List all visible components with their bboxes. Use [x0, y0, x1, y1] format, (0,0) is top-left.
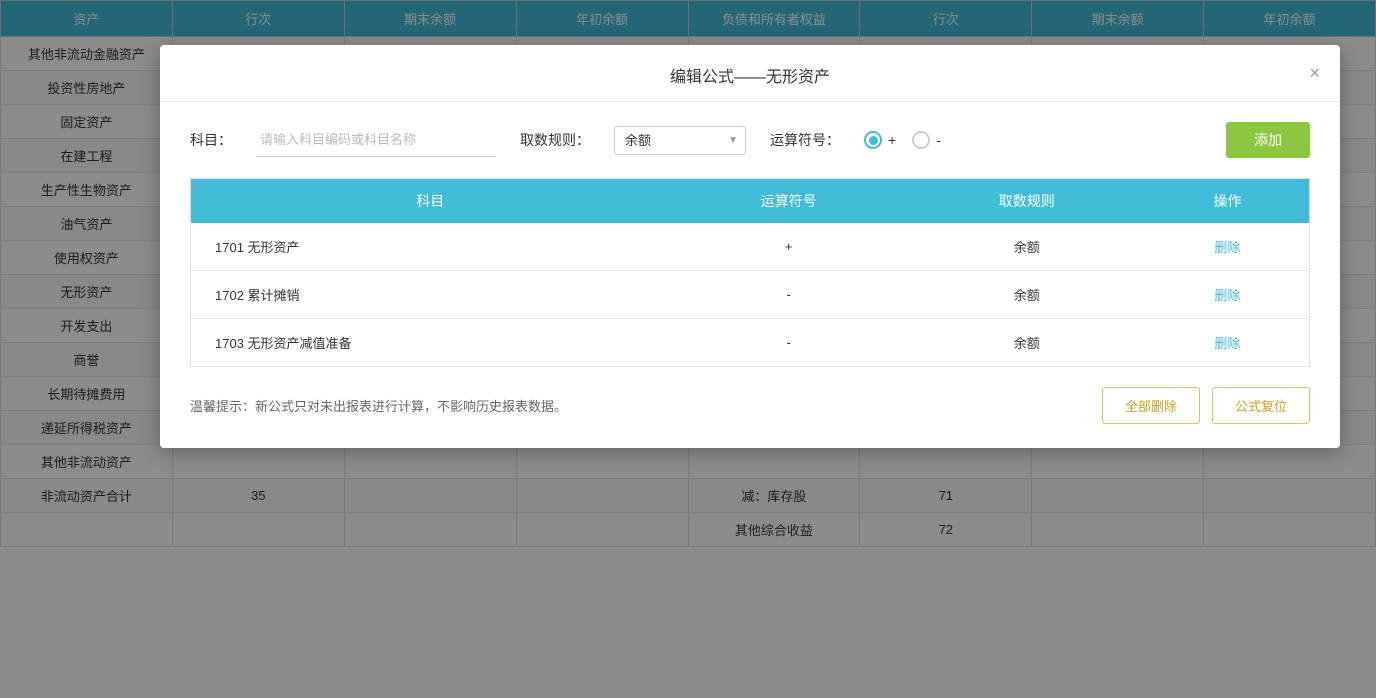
rule-label: 取数规则：	[520, 130, 590, 150]
formula-action-cell: 删除	[1146, 223, 1310, 271]
operator-radio-group: + -	[864, 131, 941, 149]
modal-close-button[interactable]: ×	[1309, 64, 1320, 82]
operator-minus-radio[interactable]: -	[912, 131, 941, 149]
add-button[interactable]: 添加	[1226, 122, 1310, 158]
subject-input[interactable]	[256, 123, 496, 157]
operator-plus-circle	[864, 131, 882, 149]
delete-row-link[interactable]: 删除	[1214, 240, 1240, 255]
table-body: 1701 无形资产+余额删除1702 累计摊销-余额删除1703 无形资产减值准…	[191, 223, 1310, 367]
formula-rule-cell: 余额	[908, 223, 1146, 271]
delete-all-button[interactable]: 全部删除	[1102, 387, 1200, 424]
delete-row-link[interactable]: 删除	[1214, 288, 1240, 303]
modal-footer: 温馨提示：新公式只对未出报表进行计算，不影响历史报表数据。 全部删除 公式复位	[160, 367, 1340, 428]
footer-actions: 全部删除 公式复位	[1102, 387, 1310, 424]
rule-select[interactable]: 余额借方发生额贷方发生额借方累计发生额贷方累计发生额	[614, 126, 746, 155]
formula-action-cell: 删除	[1146, 271, 1310, 319]
formula-operator-cell: +	[670, 223, 908, 271]
formula-subject-cell: 1701 无形资产	[191, 223, 670, 271]
operator-plus-radio[interactable]: +	[864, 131, 896, 149]
formula-rule-cell: 余额	[908, 271, 1146, 319]
table-header: 科目运算符号取数规则操作	[191, 179, 1310, 224]
operator-minus-label: -	[936, 132, 941, 148]
formula-subject-cell: 1702 累计摊销	[191, 271, 670, 319]
footer-tip: 温馨提示：新公式只对未出报表进行计算，不影响历史报表数据。	[190, 396, 567, 415]
operator-plus-label: +	[888, 132, 896, 148]
formula-table-header: 取数规则	[908, 179, 1146, 224]
formula-subject-cell: 1703 无形资产减值准备	[191, 319, 670, 367]
rule-select-wrapper[interactable]: 余额借方发生额贷方发生额借方累计发生额贷方累计发生额 ▼	[614, 126, 746, 155]
operator-label: 运算符号：	[770, 130, 840, 150]
formula-table-header: 操作	[1146, 179, 1310, 224]
edit-formula-modal: 编辑公式——无形资产 × 科目： 取数规则： 余额借方发生额贷方发生额借方累计发…	[160, 45, 1340, 448]
formula-action-cell: 删除	[1146, 319, 1310, 367]
subject-label: 科目：	[190, 130, 232, 150]
formula-table: 科目运算符号取数规则操作 1701 无形资产+余额删除1702 累计摊销-余额删…	[190, 178, 1310, 367]
table-row: 1702 累计摊销-余额 删除	[191, 271, 1310, 319]
formula-operator-cell: -	[670, 271, 908, 319]
table-row: 1703 无形资产减值准备-余额 删除	[191, 319, 1310, 367]
formula-operator-cell: -	[670, 319, 908, 367]
formula-table-header: 运算符号	[670, 179, 908, 224]
formula-table-header: 科目	[191, 179, 670, 224]
operator-minus-circle	[912, 131, 930, 149]
reset-formula-button[interactable]: 公式复位	[1212, 387, 1310, 424]
modal-header: 编辑公式——无形资产 ×	[160, 45, 1340, 102]
form-row: 科目： 取数规则： 余额借方发生额贷方发生额借方累计发生额贷方累计发生额 ▼ 运…	[160, 102, 1340, 178]
modal-title: 编辑公式——无形资产	[670, 69, 830, 86]
table-row: 1701 无形资产+余额 删除	[191, 223, 1310, 271]
formula-rule-cell: 余额	[908, 319, 1146, 367]
delete-row-link[interactable]: 删除	[1214, 336, 1240, 351]
